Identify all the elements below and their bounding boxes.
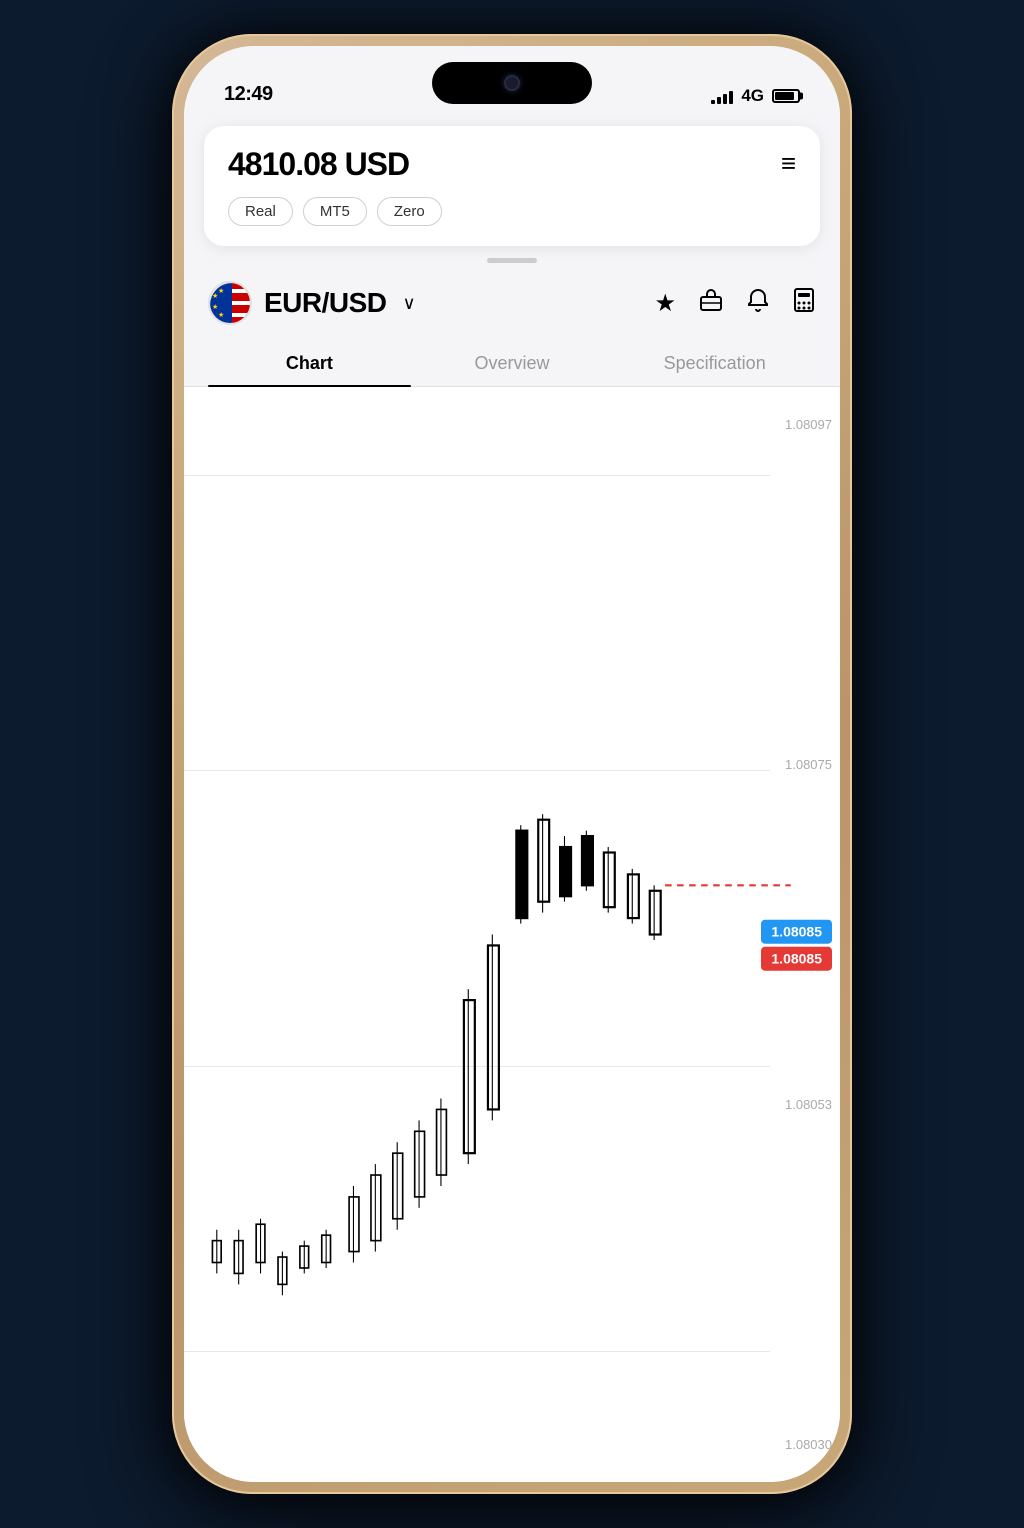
notification-icon[interactable]: [746, 287, 770, 320]
battery-icon: [772, 89, 800, 103]
status-time: 12:49: [224, 83, 273, 106]
bid-price-badge: 1.08085: [761, 919, 832, 943]
chevron-down-icon[interactable]: ∨: [403, 293, 416, 314]
calculator-icon[interactable]: [792, 287, 816, 320]
tab-chart[interactable]: Chart: [208, 341, 411, 386]
status-icons: 4G: [711, 86, 800, 106]
chart-area[interactable]: 1.08097 1.08075 1.08053 1.08030 1.08085 …: [184, 387, 840, 1482]
signal-icon: [711, 88, 733, 104]
network-type: 4G: [741, 86, 764, 106]
symbol-name[interactable]: EUR/USD: [264, 287, 387, 319]
phone-screen: 12:49 4G 4810.08 USD: [184, 46, 840, 1482]
account-tags: Real MT5 Zero: [228, 197, 442, 226]
currency-flag: ★ ★ ★ ★: [208, 281, 252, 325]
camera: [504, 75, 520, 91]
tab-specification[interactable]: Specification: [613, 341, 816, 386]
phone-frame: 12:49 4G 4810.08 USD: [172, 34, 852, 1494]
portfolio-icon[interactable]: [698, 287, 724, 320]
svg-text:★: ★: [212, 303, 218, 311]
account-balance: 4810.08 USD: [228, 146, 442, 183]
account-info: 4810.08 USD Real MT5 Zero: [228, 146, 442, 226]
tab-overview[interactable]: Overview: [411, 341, 614, 386]
svg-text:★: ★: [218, 287, 224, 295]
tab-bar: Chart Overview Specification: [184, 341, 840, 387]
svg-text:★: ★: [218, 311, 224, 319]
dynamic-island: [432, 62, 592, 104]
candlestick-chart: [184, 387, 840, 1482]
tag-zero[interactable]: Zero: [377, 197, 442, 226]
favorite-icon[interactable]: ★: [654, 289, 676, 318]
tag-mt5[interactable]: MT5: [303, 197, 367, 226]
symbol-header: ★ ★ ★ ★: [184, 263, 840, 325]
tag-real[interactable]: Real: [228, 197, 293, 226]
symbol-actions: ★: [654, 287, 816, 320]
account-card: 4810.08 USD Real MT5 Zero ≡: [204, 126, 820, 246]
menu-button[interactable]: ≡: [781, 150, 796, 176]
symbol-left: ★ ★ ★ ★: [208, 281, 416, 325]
price-badges: 1.08085 1.08085: [761, 919, 832, 970]
app-content: 4810.08 USD Real MT5 Zero ≡: [184, 46, 840, 1482]
ask-price-badge: 1.08085: [761, 946, 832, 970]
